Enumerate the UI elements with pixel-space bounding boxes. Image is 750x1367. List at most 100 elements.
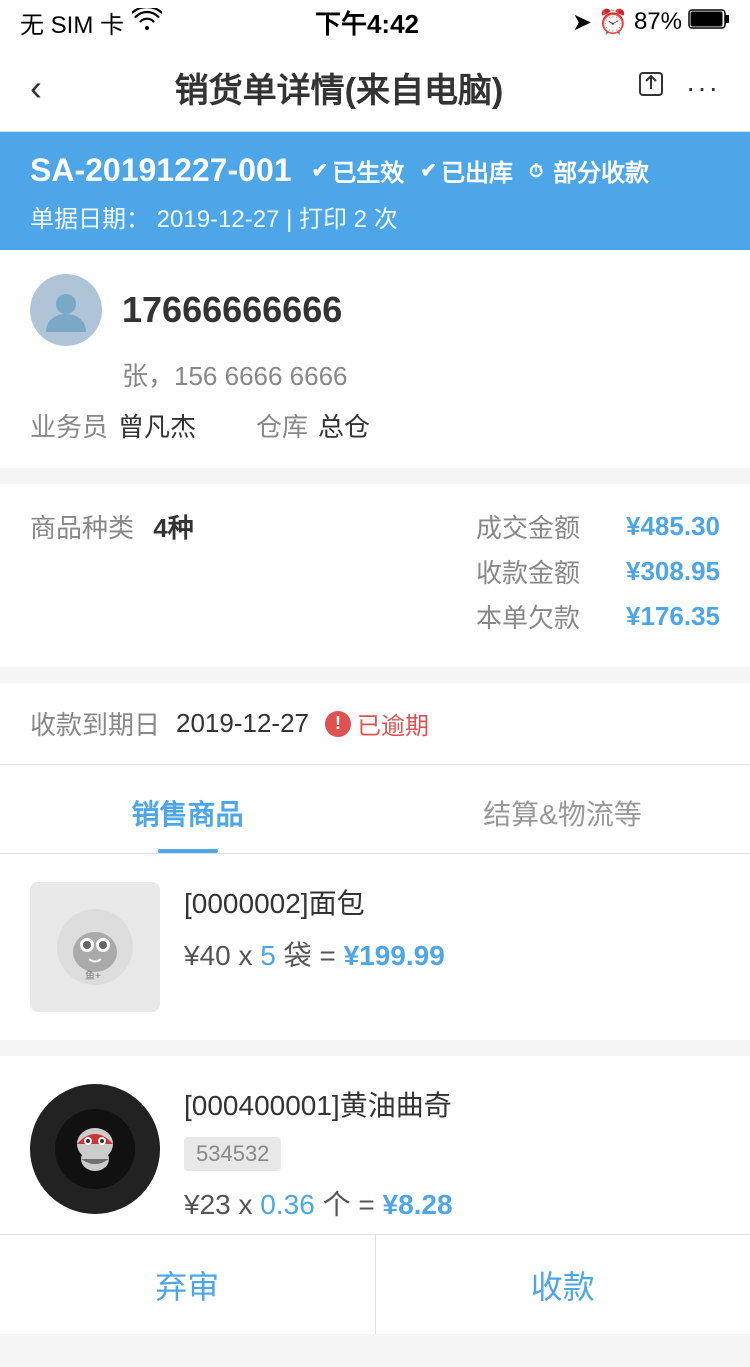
cancel-button[interactable]: 弃审: [0, 1235, 376, 1334]
tab-sales[interactable]: 销售商品: [0, 765, 375, 853]
product-image-1: 鱼+: [30, 882, 160, 1012]
customer-section: 17666666666 张，156 6666 6666 业务员 曾凡杰 仓库 总…: [0, 250, 750, 468]
price-eq-2: =: [358, 1189, 382, 1220]
tabs: 销售商品 结算&物流等: [0, 765, 750, 854]
customer-row: 17666666666: [30, 274, 720, 346]
received-label: 收款金额: [476, 553, 580, 590]
banner-row2: 单据日期： 2019-12-27 | 打印 2 次: [30, 199, 720, 234]
status-right: ➤ ⏰ 87%: [572, 8, 730, 37]
summary-left: 商品种类 4种: [30, 508, 194, 545]
owed-value: ¥176.35: [600, 601, 720, 632]
price-unit-2: 个: [323, 1189, 351, 1220]
tabs-container: 销售商品 结算&物流等 鱼+: [0, 765, 750, 1251]
more-icon[interactable]: ···: [686, 72, 720, 104]
price-x-2: x: [239, 1189, 261, 1220]
svg-text:鱼+: 鱼+: [85, 969, 101, 982]
header-banner: SA-20191227-001 ✔ 已生效 ✔ 已出库 ⏱ 部分收款 单据日期：…: [0, 132, 750, 250]
nav-actions: ···: [636, 69, 720, 107]
price-x-1: x: [239, 940, 261, 971]
page-title: 销货单详情(来自电脑): [175, 63, 504, 112]
battery-icon: [688, 8, 730, 37]
summary-right: 成交金额 ¥485.30 收款金额 ¥308.95 本单欠款 ¥176.35: [476, 508, 720, 643]
product-badge-2: 534532: [184, 1137, 281, 1171]
status-left: 无 SIM 卡: [20, 5, 162, 40]
warehouse-meta: 仓库 总仓: [256, 407, 370, 444]
status-outbound-label: 已出库: [441, 153, 513, 188]
received-row: 收款金额 ¥308.95: [476, 553, 720, 590]
status-effective-label: 已生效: [332, 153, 404, 188]
product-item-2: [000400001]黄油曲奇 534532 ¥23 x 0.36 个 = ¥8…: [0, 1056, 750, 1251]
received-value: ¥308.95: [600, 556, 720, 587]
due-date-value: 2019-12-27: [176, 708, 309, 739]
location-icon: ➤: [572, 8, 592, 37]
product-price-1: ¥40 x 5 袋 = ¥199.99: [184, 934, 720, 974]
status-tag-partial: ⏱ 部分收款: [529, 153, 649, 188]
print-info: | 打印 2 次: [286, 206, 398, 233]
owed-label: 本单欠款: [476, 598, 580, 635]
share-icon[interactable]: [636, 69, 666, 107]
confirm-label: 收款: [531, 1262, 595, 1308]
back-button[interactable]: ‹: [30, 67, 42, 109]
warehouse-value: 总仓: [318, 407, 370, 444]
alarm-icon: ⏰: [598, 8, 628, 37]
category-value: 4种: [153, 513, 193, 543]
owed-row: 本单欠款 ¥176.35: [476, 598, 720, 635]
category-label: 商品种类: [30, 513, 134, 543]
overdue-badge: ! 已逾期: [325, 706, 429, 741]
salesperson-meta: 业务员 曾凡杰: [30, 407, 196, 444]
customer-phone: 17666666666: [122, 289, 342, 331]
product-name-1: [0000002]面包: [184, 882, 720, 922]
check-icon-2: ✔: [420, 158, 437, 183]
date-label: 单据日期：: [30, 206, 150, 233]
price-total-1: ¥199.99: [344, 940, 445, 971]
sim-label: 无 SIM 卡: [20, 5, 124, 40]
product-name-2: [000400001]黄油曲奇: [184, 1084, 720, 1124]
clock-icon: ⏱: [529, 161, 549, 181]
price-base-1: ¥40: [184, 940, 231, 971]
product-info-2: [000400001]黄油曲奇 534532 ¥23 x 0.36 个 = ¥8…: [184, 1084, 720, 1223]
status-time: 下午4:42: [315, 4, 419, 41]
tab-settlement-label: 结算&物流等: [483, 799, 642, 830]
price-qty-2: 0.36: [260, 1189, 315, 1220]
warehouse-label: 仓库: [256, 407, 308, 444]
product-image-2: [30, 1084, 160, 1214]
price-unit-1: 袋: [284, 940, 312, 971]
check-icon-1: ✔: [312, 158, 329, 183]
amount-label: 成交金额: [476, 508, 580, 545]
wifi-icon: [132, 8, 162, 37]
amount-value: ¥485.30: [600, 511, 720, 542]
overdue-text: 已逾期: [357, 706, 429, 741]
status-partial-label: 部分收款: [553, 153, 649, 188]
product-info-1: [0000002]面包 ¥40 x 5 袋 = ¥199.99: [184, 882, 720, 974]
price-base-2: ¥23: [184, 1189, 231, 1220]
battery-label: 87%: [634, 8, 682, 36]
bottom-bar: 弃审 收款: [0, 1234, 750, 1334]
amount-row: 成交金额 ¥485.30: [476, 508, 720, 545]
nav-bar: ‹ 销货单详情(来自电脑) ···: [0, 44, 750, 132]
tab-settlement[interactable]: 结算&物流等: [375, 765, 750, 853]
status-tag-effective: ✔ 已生效: [312, 153, 405, 188]
order-date: 2019-12-27: [157, 206, 280, 233]
order-id: SA-20191227-001: [30, 152, 292, 189]
status-tag-outbound: ✔ 已出库: [420, 153, 513, 188]
confirm-button[interactable]: 收款: [376, 1235, 750, 1334]
status-bar: 无 SIM 卡 下午4:42 ➤ ⏰ 87%: [0, 0, 750, 44]
salesperson-label: 业务员: [30, 407, 108, 444]
price-total-2: ¥8.28: [383, 1189, 453, 1220]
product-list: 鱼+ [0000002]面包 ¥40 x 5 袋 = ¥199.99: [0, 854, 750, 1251]
banner-tags: ✔ 已生效 ✔ 已出库 ⏱ 部分收款: [312, 153, 650, 188]
price-eq-1: =: [319, 940, 343, 971]
banner-row1: SA-20191227-001 ✔ 已生效 ✔ 已出库 ⏱ 部分收款: [30, 152, 720, 189]
summary-section: 商品种类 4种 成交金额 ¥485.30 收款金额 ¥308.95 本单欠款 ¥…: [0, 484, 750, 667]
customer-sub: 张，156 6666 6666: [122, 356, 720, 393]
tab-sales-label: 销售商品: [131, 799, 243, 830]
customer-meta: 业务员 曾凡杰 仓库 总仓: [30, 407, 720, 444]
price-qty-1: 5: [260, 940, 276, 971]
due-section: 收款到期日 2019-12-27 ! 已逾期: [0, 683, 750, 765]
overdue-icon: !: [325, 711, 351, 737]
salesperson-value: 曾凡杰: [118, 407, 196, 444]
product-price-2: ¥23 x 0.36 个 = ¥8.28: [184, 1183, 720, 1223]
avatar: [30, 274, 102, 346]
product-item: 鱼+ [0000002]面包 ¥40 x 5 袋 = ¥199.99: [0, 854, 750, 1040]
due-date-label: 收款到期日: [30, 705, 160, 742]
